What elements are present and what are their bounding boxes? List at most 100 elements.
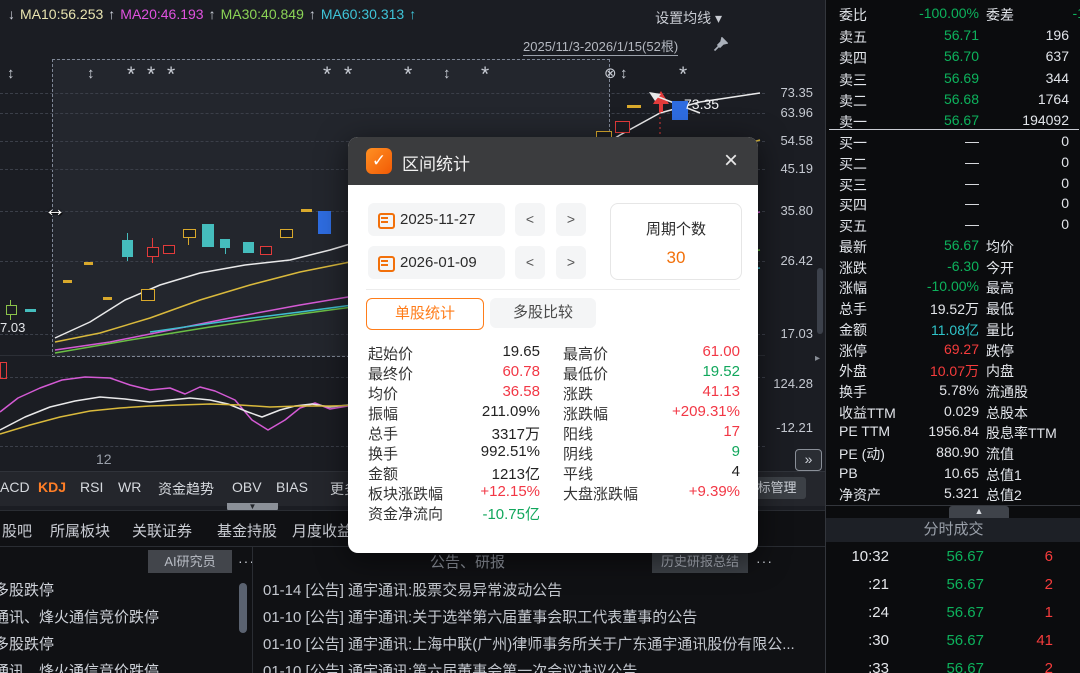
stock-app-window: ↕↕******↕*⊗↕* ↓MA10:56.253↑MA20:46.193↑M… — [0, 0, 1080, 673]
start-date-prev-button[interactable]: < — [515, 203, 545, 236]
announcement-item[interactable]: 01-14 [公告] 通宇通讯:股票交易异常波动公告 — [263, 579, 823, 600]
candlestick — [25, 309, 36, 312]
quote-value: 11.08亿 — [839, 320, 979, 340]
timesales-row[interactable]: :3356.672 — [826, 660, 1080, 673]
pin-icon[interactable] — [713, 37, 728, 52]
event-star-icon: * — [323, 64, 331, 86]
remove-region-icon[interactable]: ⊗ — [604, 66, 617, 82]
expand-panel-button[interactable]: » — [795, 449, 822, 471]
stat-value: 61.00 — [630, 343, 740, 360]
date-range-link[interactable]: 2025/11/3-2026/1/15(52根) — [523, 36, 678, 56]
split-event-icon: ↕ — [7, 66, 15, 82]
announcement-item[interactable]: 01-10 [公告] 通宇通讯:上海中联(广州)律师事务所关于广东通宇通讯股份有… — [263, 633, 823, 654]
collapse-timesales-handle[interactable]: ▲ — [949, 506, 1009, 518]
timesales-row[interactable]: 10:3256.676 — [826, 548, 1080, 570]
stat-label: 振幅 — [368, 403, 398, 424]
candlestick — [301, 209, 312, 212]
bottom-tab-股吧[interactable]: 股吧 — [2, 520, 32, 541]
candlestick — [260, 246, 272, 255]
indicator-tab-OBV[interactable]: OBV — [232, 479, 262, 495]
ma-settings-button[interactable]: 设置均线 ▾ — [655, 8, 722, 28]
trade-volume: 1 — [993, 604, 1053, 621]
bid-row[interactable]: 买一—0 — [826, 133, 1080, 154]
indicator-tab-BIAS[interactable]: BIAS — [276, 479, 308, 495]
bottom-tab-基金持股[interactable]: 基金持股 — [217, 520, 277, 541]
timesales-row[interactable]: :3056.6741 — [826, 632, 1080, 654]
stat-value: 9 — [630, 443, 740, 460]
bid-row[interactable]: 买三—0 — [826, 175, 1080, 196]
ai-researcher-button[interactable]: AI研究员 — [148, 550, 232, 573]
timesales-row[interactable]: :2156.672 — [826, 576, 1080, 598]
hot-event-item[interactable]: 通讯、烽火通信竞价跌停 — [0, 606, 244, 627]
candlestick — [6, 305, 17, 315]
ask-row[interactable]: 卖四56.70637 — [826, 48, 1080, 69]
end-date-next-button[interactable]: > — [556, 246, 586, 279]
bid-volume: 0 — [959, 133, 1069, 149]
stat-label: 总手 — [368, 423, 398, 444]
history-report-summary-button[interactable]: 历史研报总结 — [652, 550, 748, 573]
close-icon[interactable]: × — [724, 147, 738, 175]
stat-value: 19.65 — [438, 343, 540, 360]
divider — [366, 289, 740, 290]
tab-multi-stock-compare[interactable]: 多股比较 — [490, 298, 596, 328]
chart-scrollbar-thumb[interactable] — [817, 268, 823, 334]
left-list-scrollbar[interactable] — [239, 583, 247, 633]
stat-value: +209.31% — [630, 403, 740, 420]
end-date-prev-button[interactable]: < — [515, 246, 545, 279]
ask-row[interactable]: 卖三56.69344 — [826, 70, 1080, 91]
trade-time: 10:32 — [834, 548, 889, 565]
dialog-header[interactable]: ✓ 区间统计 × — [348, 137, 758, 185]
stat-label: 涨跌幅 — [563, 403, 608, 424]
ask-row[interactable]: 卖一56.67194092 — [826, 112, 1080, 133]
indicator-tab-资金趋势[interactable]: 资金趋势 — [158, 479, 214, 499]
bottom-tab-月度收益[interactable]: 月度收益 — [292, 520, 352, 541]
split-event-icon: ↕ — [620, 66, 628, 82]
quote-label-2: 流通股 — [986, 382, 1028, 402]
event-star-icon: * — [147, 64, 155, 86]
timesales-title: 分时成交 — [826, 518, 1080, 542]
quote-value: 5.78% — [839, 382, 979, 398]
quote-value: 5.321 — [839, 485, 979, 501]
indicator-tab-ACD[interactable]: ACD — [0, 479, 30, 495]
trade-volume: 2 — [993, 576, 1053, 593]
indicator-tab-KDJ[interactable]: KDJ — [38, 479, 66, 495]
ask-row[interactable]: 卖五56.71196 — [826, 27, 1080, 48]
timesales-row[interactable]: :2456.671 — [826, 604, 1080, 626]
news-more-button[interactable]: ··· — [756, 553, 773, 569]
price-axis-label: 17.03 — [753, 326, 813, 341]
orderbook-divider — [829, 129, 1079, 130]
quote-value: 10.07万 — [839, 361, 979, 381]
indicator-tab-RSI[interactable]: RSI — [80, 479, 103, 495]
candlestick — [220, 239, 230, 248]
checkbox-checked-icon[interactable]: ✓ — [366, 148, 392, 174]
hot-event-item[interactable]: 通讯、烽火通信竞价跌停 — [0, 660, 244, 673]
trade-price: 56.67 — [924, 632, 984, 649]
end-date-input[interactable]: 2026-01-09 — [368, 246, 505, 279]
ask-volume: 196 — [959, 27, 1069, 43]
trade-price: 56.67 — [924, 548, 984, 565]
bid-row[interactable]: 买四—0 — [826, 195, 1080, 216]
hot-event-item[interactable]: 多股跌停 — [0, 579, 244, 600]
announcement-item[interactable]: 01-10 [公告] 通宇通讯:第六届董事会第一次会议决议公告 — [263, 660, 823, 673]
stat-value: 19.52 — [630, 363, 740, 380]
bid-row[interactable]: 买五—0 — [826, 216, 1080, 237]
announcement-item[interactable]: 01-10 [公告] 通宇通讯:关于选举第六届董事会职工代表董事的公告 — [263, 606, 823, 627]
bottom-tab-关联证券[interactable]: 关联证券 — [132, 520, 192, 541]
panel-resize-arrow-icon[interactable]: ▸ — [815, 353, 820, 364]
bid-row[interactable]: 买二—0 — [826, 154, 1080, 175]
split-event-icon: ↕ — [87, 66, 95, 82]
indicator-tab-WR[interactable]: WR — [118, 479, 141, 495]
period-count-box[interactable]: 周期个数 30 — [610, 203, 742, 280]
tab-single-stock-stats[interactable]: 单股统计 — [366, 298, 484, 330]
stat-row: 金额1213亿平线4 — [348, 463, 758, 483]
collapse-indicator-pane-handle[interactable]: ▼ — [227, 503, 278, 510]
end-date-value: 2026-01-09 — [400, 246, 477, 279]
start-date-input[interactable]: 2025-11-27 — [368, 203, 505, 236]
ask-row[interactable]: 卖二56.681764 — [826, 91, 1080, 112]
hot-event-item[interactable]: 多股跌停 — [0, 633, 244, 654]
bottom-tab-所属板块[interactable]: 所属板块 — [50, 520, 110, 541]
start-date-next-button[interactable]: > — [556, 203, 586, 236]
candlestick — [280, 229, 293, 238]
candlestick — [141, 289, 155, 301]
ask-price: 56.70 — [839, 48, 979, 64]
